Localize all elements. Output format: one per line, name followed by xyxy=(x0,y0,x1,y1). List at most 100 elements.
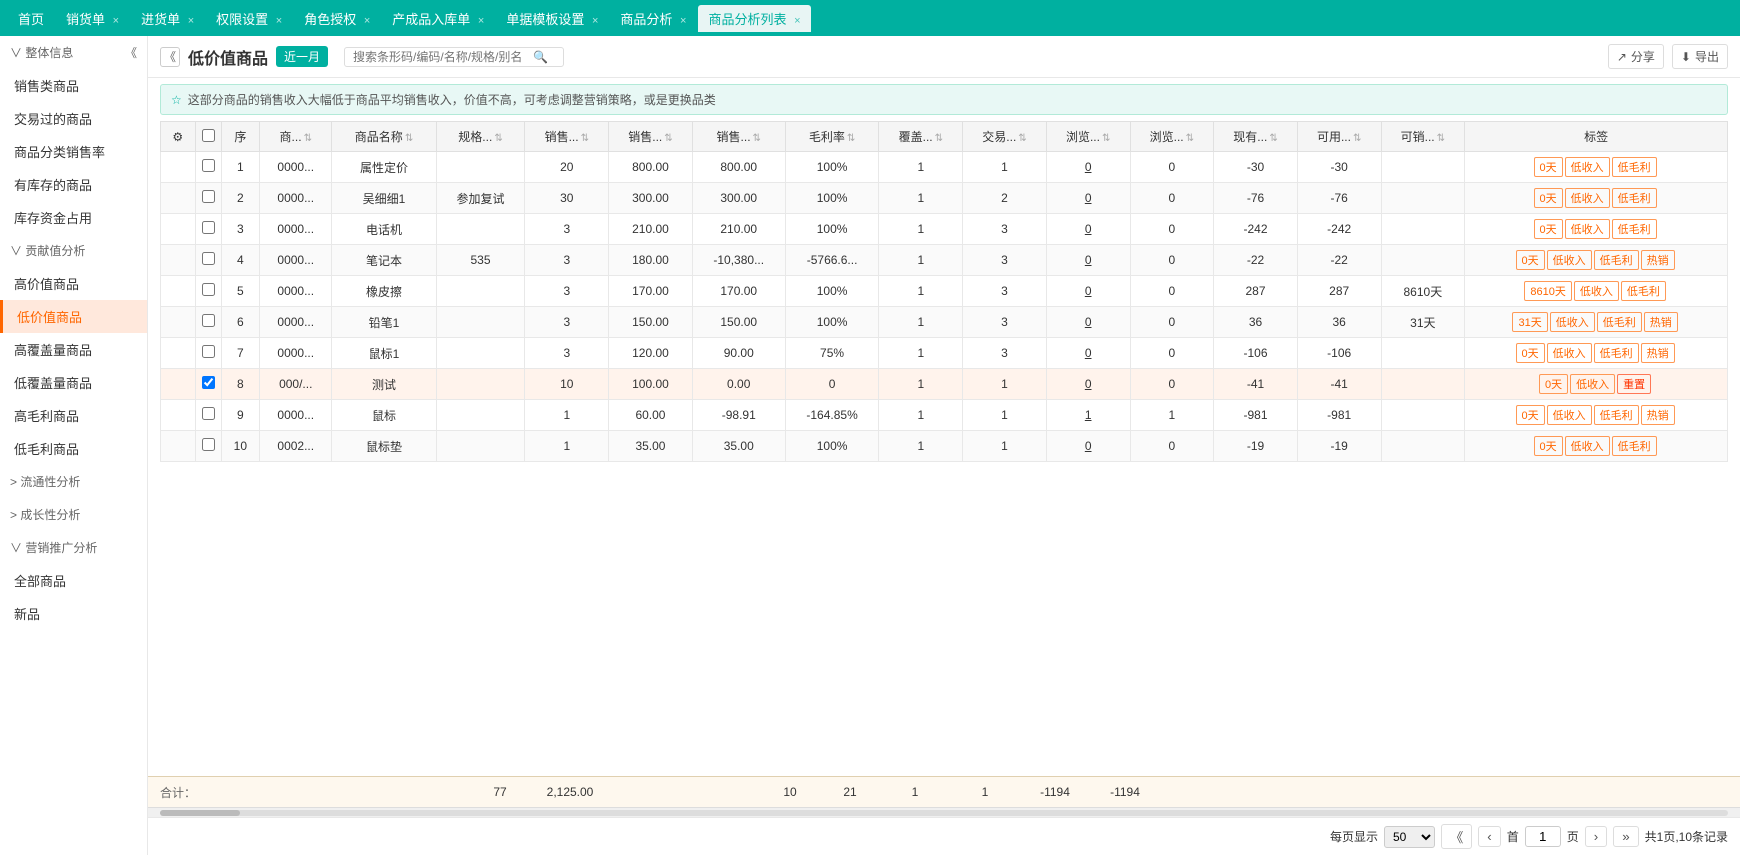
filter-tag-month[interactable]: 近一月 xyxy=(276,46,328,67)
col-spec[interactable]: 规格...⇅ xyxy=(436,122,525,152)
nav-home[interactable]: 首页 xyxy=(8,5,54,32)
row-checkbox[interactable] xyxy=(202,252,215,265)
close-icon[interactable]: × xyxy=(592,15,598,27)
search-input[interactable] xyxy=(353,50,533,64)
cell-views1[interactable]: 0 xyxy=(1046,431,1130,462)
sidebar-item-high-value[interactable]: 高价值商品 xyxy=(0,267,147,300)
cell-views1[interactable]: 0 xyxy=(1046,245,1130,276)
row-checkbox[interactable] xyxy=(202,345,215,358)
row-checkbox[interactable] xyxy=(202,159,215,172)
sidebar-item-stock-capital[interactable]: 库存资金占用 xyxy=(0,201,147,234)
col-margin[interactable]: 毛利率⇅ xyxy=(785,122,879,152)
sidebar-collapse-button[interactable]: 《 xyxy=(160,47,180,67)
sidebar-item-traded-products[interactable]: 交易过的商品 xyxy=(0,102,147,135)
cell-views1[interactable]: 0 xyxy=(1046,183,1130,214)
close-icon[interactable]: × xyxy=(478,15,484,27)
views-link[interactable]: 0 xyxy=(1085,191,1092,205)
row-checkbox[interactable] xyxy=(202,376,215,389)
views-link[interactable]: 0 xyxy=(1085,222,1092,236)
sidebar-item-stocked-products[interactable]: 有库存的商品 xyxy=(0,168,147,201)
col-transactions[interactable]: 交易...⇅ xyxy=(963,122,1047,152)
views-link[interactable]: 0 xyxy=(1085,284,1092,298)
col-settings[interactable]: ⚙ xyxy=(161,122,196,152)
sidebar-group-contribution[interactable]: ∨ 贡献值分析 xyxy=(0,234,147,267)
col-saleable[interactable]: 可销...⇅ xyxy=(1381,122,1465,152)
tag-label: 热销 xyxy=(1641,343,1675,363)
select-all-checkbox[interactable] xyxy=(202,129,215,142)
sidebar-group-overall[interactable]: ∨ 整体信息 《 xyxy=(0,36,147,69)
views-link[interactable]: 0 xyxy=(1085,346,1092,360)
nav-product-analysis[interactable]: 商品分析 × xyxy=(610,5,696,32)
close-icon[interactable]: × xyxy=(113,15,119,27)
nav-roles[interactable]: 角色授权 × xyxy=(294,5,380,32)
row-checkbox[interactable] xyxy=(202,283,215,296)
views-link[interactable]: 0 xyxy=(1085,439,1092,453)
sidebar-item-low-margin[interactable]: 低毛利商品 xyxy=(0,432,147,465)
col-available[interactable]: 可用...⇅ xyxy=(1297,122,1381,152)
sidebar-item-high-coverage[interactable]: 高覆盖量商品 xyxy=(0,333,147,366)
sidebar-group-circulation[interactable]: > 流通性分析 xyxy=(0,465,147,498)
views-link[interactable]: 0 xyxy=(1085,253,1092,267)
cell-views1[interactable]: 0 xyxy=(1046,152,1130,183)
prev-page-button[interactable]: ‹ xyxy=(1478,826,1500,847)
nav-sales-order[interactable]: 销货单 × xyxy=(56,5,129,32)
cell-views1[interactable]: 1 xyxy=(1046,400,1130,431)
sidebar-item-high-margin[interactable]: 高毛利商品 xyxy=(0,399,147,432)
nav-product-analysis-list[interactable]: 商品分析列表 × xyxy=(698,5,810,32)
cell-views1[interactable]: 0 xyxy=(1046,276,1130,307)
nav-purchase-order[interactable]: 进货单 × xyxy=(131,5,204,32)
cell-views1[interactable]: 0 xyxy=(1046,307,1130,338)
cell-views1[interactable]: 0 xyxy=(1046,338,1130,369)
sidebar-item-new-products[interactable]: 新品 xyxy=(0,597,147,630)
cell-sales-amount: 210.00 xyxy=(692,214,785,245)
col-code[interactable]: 商...⇅ xyxy=(260,122,332,152)
search-icon[interactable]: 🔍 xyxy=(533,50,548,64)
col-sales-price[interactable]: 销售...⇅ xyxy=(609,122,693,152)
page-number-input[interactable] xyxy=(1525,826,1561,847)
export-button[interactable]: ⬇ 导出 xyxy=(1672,44,1728,69)
row-checkbox[interactable] xyxy=(202,438,215,451)
sidebar-group-marketing[interactable]: ∨ 营销推广分析 xyxy=(0,531,147,564)
col-sales-qty[interactable]: 销售...⇅ xyxy=(525,122,609,152)
close-icon[interactable]: × xyxy=(794,15,800,27)
views-link[interactable]: 0 xyxy=(1085,377,1092,391)
col-coverage[interactable]: 覆盖...⇅ xyxy=(879,122,963,152)
views-link[interactable]: 0 xyxy=(1085,315,1092,329)
first-page-button[interactable]: 《 xyxy=(1441,824,1472,849)
sidebar-item-low-coverage[interactable]: 低覆盖量商品 xyxy=(0,366,147,399)
views-link[interactable]: 1 xyxy=(1085,408,1092,422)
cell-spec: 参加复试 xyxy=(436,183,525,214)
sidebar-item-all-products[interactable]: 全部商品 xyxy=(0,564,147,597)
views-link[interactable]: 0 xyxy=(1085,160,1092,174)
col-current-stock[interactable]: 现有...⇅ xyxy=(1214,122,1298,152)
per-page-select[interactable]: 50 100 200 xyxy=(1384,826,1435,848)
nav-template-settings[interactable]: 单据模板设置 × xyxy=(496,5,608,32)
cell-views1[interactable]: 0 xyxy=(1046,369,1130,400)
row-checkbox[interactable] xyxy=(202,221,215,234)
next-page-button[interactable]: › xyxy=(1585,826,1607,847)
cell-views2: 0 xyxy=(1130,245,1214,276)
col-views1[interactable]: 浏览...⇅ xyxy=(1046,122,1130,152)
cell-views1[interactable]: 0 xyxy=(1046,214,1130,245)
scrollbar-thumb[interactable] xyxy=(160,810,240,816)
sidebar-item-category-sales-rate[interactable]: 商品分类销售率 xyxy=(0,135,147,168)
row-checkbox[interactable] xyxy=(202,314,215,327)
close-icon[interactable]: × xyxy=(364,15,370,27)
close-icon[interactable]: × xyxy=(188,15,194,27)
share-button[interactable]: ↗ 分享 xyxy=(1608,44,1664,69)
col-views2[interactable]: 浏览...⇅ xyxy=(1130,122,1214,152)
col-sales-amount[interactable]: 销售...⇅ xyxy=(692,122,785,152)
sidebar-group-growth[interactable]: > 成长性分析 xyxy=(0,498,147,531)
row-checkbox[interactable] xyxy=(202,190,215,203)
top-nav: 首页 销货单 × 进货单 × 权限设置 × 角色授权 × 产成品入库单 × 单据… xyxy=(0,0,1740,36)
close-icon[interactable]: × xyxy=(276,15,282,27)
sidebar-item-low-value[interactable]: 低价值商品 xyxy=(0,300,147,333)
col-name[interactable]: 商品名称⇅ xyxy=(332,122,436,152)
close-icon[interactable]: × xyxy=(680,15,686,27)
nav-product-storage[interactable]: 产成品入库单 × xyxy=(382,5,494,32)
nav-permissions[interactable]: 权限设置 × xyxy=(206,5,292,32)
sidebar-item-sales-products[interactable]: 销售类商品 xyxy=(0,69,147,102)
last-page-button[interactable]: » xyxy=(1613,826,1638,847)
row-checkbox[interactable] xyxy=(202,407,215,420)
horizontal-scrollbar[interactable] xyxy=(148,807,1740,817)
